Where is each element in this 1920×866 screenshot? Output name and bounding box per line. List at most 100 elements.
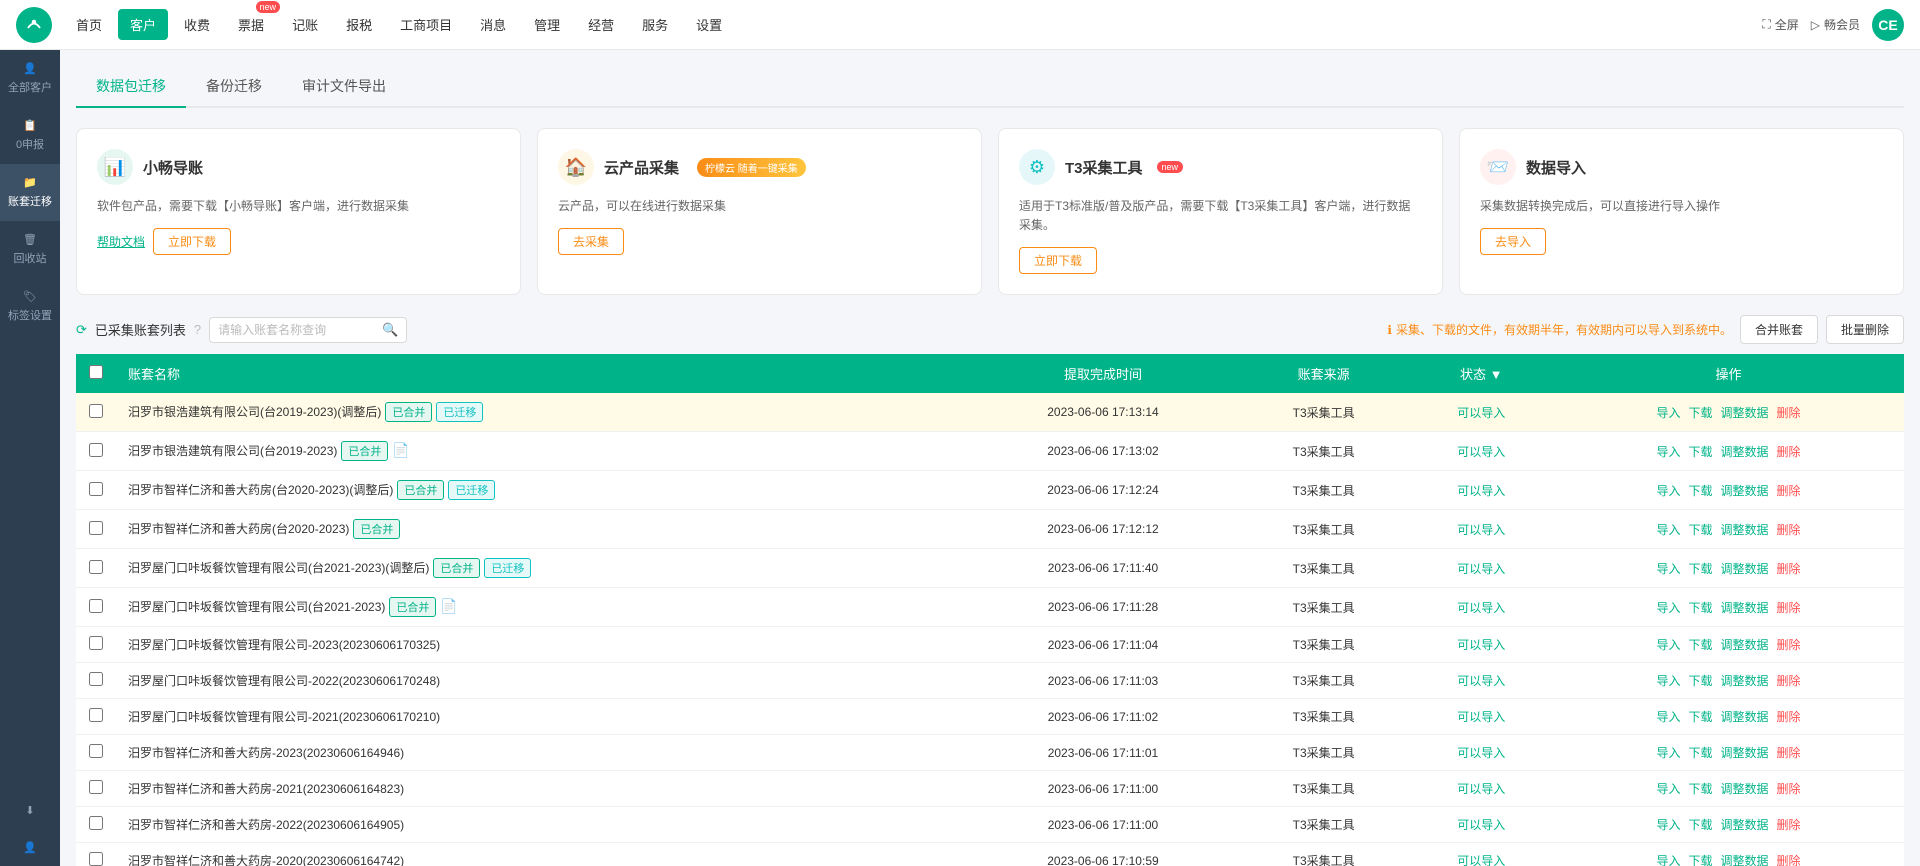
nav-item-ticket[interactable]: 票据new — [226, 9, 276, 40]
action-调整数据[interactable]: 调整数据 — [1720, 746, 1768, 760]
batch-delete-btn[interactable]: 批量删除 — [1826, 315, 1904, 344]
action-调整数据[interactable]: 调整数据 — [1720, 484, 1768, 498]
select-all-checkbox[interactable] — [89, 365, 103, 379]
search-input[interactable] — [218, 323, 378, 337]
action-导入[interactable]: 导入 — [1656, 818, 1680, 832]
tab-backup-migration[interactable]: 备份迁移 — [186, 66, 282, 108]
action-下载[interactable]: 下载 — [1688, 782, 1712, 796]
action-删除[interactable]: 删除 — [1777, 818, 1801, 832]
action-下载[interactable]: 下载 — [1688, 746, 1712, 760]
action-导入[interactable]: 导入 — [1656, 854, 1680, 866]
help-doc-link[interactable]: 帮助文档 — [97, 233, 145, 250]
nav-item-operation[interactable]: 经营 — [576, 9, 626, 40]
action-导入[interactable]: 导入 — [1656, 523, 1680, 537]
row-checkbox[interactable] — [89, 443, 103, 457]
action-下载[interactable]: 下载 — [1688, 710, 1712, 724]
row-checkbox[interactable] — [89, 560, 103, 574]
action-下载[interactable]: 下载 — [1688, 818, 1712, 832]
action-导入[interactable]: 导入 — [1656, 746, 1680, 760]
sidebar-item-recycle[interactable]: 🗑 回收站 — [0, 221, 60, 278]
action-下载[interactable]: 下载 — [1688, 674, 1712, 688]
action-调整数据[interactable]: 调整数据 — [1720, 445, 1768, 459]
action-导入[interactable]: 导入 — [1656, 710, 1680, 724]
action-导入[interactable]: 导入 — [1656, 445, 1680, 459]
nav-item-tax[interactable]: 报税 — [334, 9, 384, 40]
action-调整数据[interactable]: 调整数据 — [1720, 601, 1768, 615]
action-删除[interactable]: 删除 — [1777, 674, 1801, 688]
nav-item-manage[interactable]: 管理 — [522, 9, 572, 40]
action-下载[interactable]: 下载 — [1688, 601, 1712, 615]
row-checkbox[interactable] — [89, 404, 103, 418]
t3-download-btn[interactable]: 立即下载 — [1019, 247, 1097, 274]
action-调整数据[interactable]: 调整数据 — [1720, 638, 1768, 652]
row-checkbox[interactable] — [89, 816, 103, 830]
nav-item-bookkeeping[interactable]: 记账 — [280, 9, 330, 40]
action-调整数据[interactable]: 调整数据 — [1720, 674, 1768, 688]
action-导入[interactable]: 导入 — [1656, 638, 1680, 652]
action-调整数据[interactable]: 调整数据 — [1720, 782, 1768, 796]
fullscreen-btn[interactable]: ⛶ 全屏 — [1762, 16, 1798, 33]
action-删除[interactable]: 删除 — [1777, 746, 1801, 760]
row-checkbox[interactable] — [89, 599, 103, 613]
refresh-icon[interactable]: ⟳ — [76, 322, 87, 338]
yuncp-collect-btn[interactable]: 去采集 — [558, 228, 624, 255]
action-导入[interactable]: 导入 — [1656, 562, 1680, 576]
action-下载[interactable]: 下载 — [1688, 854, 1712, 866]
dataimport-go-btn[interactable]: 去导入 — [1480, 228, 1546, 255]
action-调整数据[interactable]: 调整数据 — [1720, 710, 1768, 724]
row-checkbox[interactable] — [89, 708, 103, 722]
sidebar-user[interactable]: 👤 — [23, 829, 37, 866]
nav-item-client[interactable]: 客户 — [118, 9, 168, 40]
action-调整数据[interactable]: 调整数据 — [1720, 562, 1768, 576]
sidebar-item-tag[interactable]: 🏷 标签设置 — [0, 278, 60, 335]
avatar[interactable]: CE — [1872, 9, 1904, 41]
tab-data-migration[interactable]: 数据包迁移 — [76, 66, 186, 108]
action-导入[interactable]: 导入 — [1656, 406, 1680, 420]
action-下载[interactable]: 下载 — [1688, 406, 1712, 420]
action-删除[interactable]: 删除 — [1777, 638, 1801, 652]
action-删除[interactable]: 删除 — [1777, 601, 1801, 615]
action-删除[interactable]: 删除 — [1777, 523, 1801, 537]
action-删除[interactable]: 删除 — [1777, 406, 1801, 420]
action-下载[interactable]: 下载 — [1688, 523, 1712, 537]
action-导入[interactable]: 导入 — [1656, 674, 1680, 688]
action-删除[interactable]: 删除 — [1777, 854, 1801, 866]
action-调整数据[interactable]: 调整数据 — [1720, 523, 1768, 537]
action-删除[interactable]: 删除 — [1777, 445, 1801, 459]
sidebar-download[interactable]: ⬇ — [23, 792, 37, 829]
action-导入[interactable]: 导入 — [1656, 601, 1680, 615]
nav-item-message[interactable]: 消息 — [468, 9, 518, 40]
merge-accounts-btn[interactable]: 合并账套 — [1740, 315, 1818, 344]
action-调整数据[interactable]: 调整数据 — [1720, 854, 1768, 866]
nav-item-settings[interactable]: 设置 — [684, 9, 734, 40]
nav-item-home[interactable]: 首页 — [64, 9, 114, 40]
action-导入[interactable]: 导入 — [1656, 484, 1680, 498]
action-下载[interactable]: 下载 — [1688, 638, 1712, 652]
row-checkbox[interactable] — [89, 852, 103, 866]
row-checkbox[interactable] — [89, 636, 103, 650]
action-调整数据[interactable]: 调整数据 — [1720, 406, 1768, 420]
action-删除[interactable]: 删除 — [1777, 782, 1801, 796]
action-删除[interactable]: 删除 — [1777, 710, 1801, 724]
row-checkbox[interactable] — [89, 482, 103, 496]
action-删除[interactable]: 删除 — [1777, 484, 1801, 498]
action-删除[interactable]: 删除 — [1777, 562, 1801, 576]
action-调整数据[interactable]: 调整数据 — [1720, 818, 1768, 832]
sidebar-item-migrate[interactable]: 📁 账套迁移 — [0, 164, 60, 221]
sidebar-item-zero-report[interactable]: 📋 0申报 — [0, 107, 60, 164]
action-下载[interactable]: 下载 — [1688, 562, 1712, 576]
action-导入[interactable]: 导入 — [1656, 782, 1680, 796]
row-checkbox[interactable] — [89, 780, 103, 794]
row-checkbox[interactable] — [89, 672, 103, 686]
sidebar-item-all-clients[interactable]: 👤 全部客户 — [0, 50, 60, 107]
row-checkbox[interactable] — [89, 744, 103, 758]
help-icon[interactable]: ? — [194, 322, 201, 337]
tab-audit-export[interactable]: 审计文件导出 — [282, 66, 406, 108]
nav-item-service[interactable]: 服务 — [630, 9, 680, 40]
action-下载[interactable]: 下载 — [1688, 484, 1712, 498]
row-checkbox[interactable] — [89, 521, 103, 535]
action-下载[interactable]: 下载 — [1688, 445, 1712, 459]
nav-item-business[interactable]: 工商项目 — [388, 9, 464, 40]
xiaochang-download-btn[interactable]: 立即下载 — [153, 228, 231, 255]
nav-item-charge[interactable]: 收费 — [172, 9, 222, 40]
